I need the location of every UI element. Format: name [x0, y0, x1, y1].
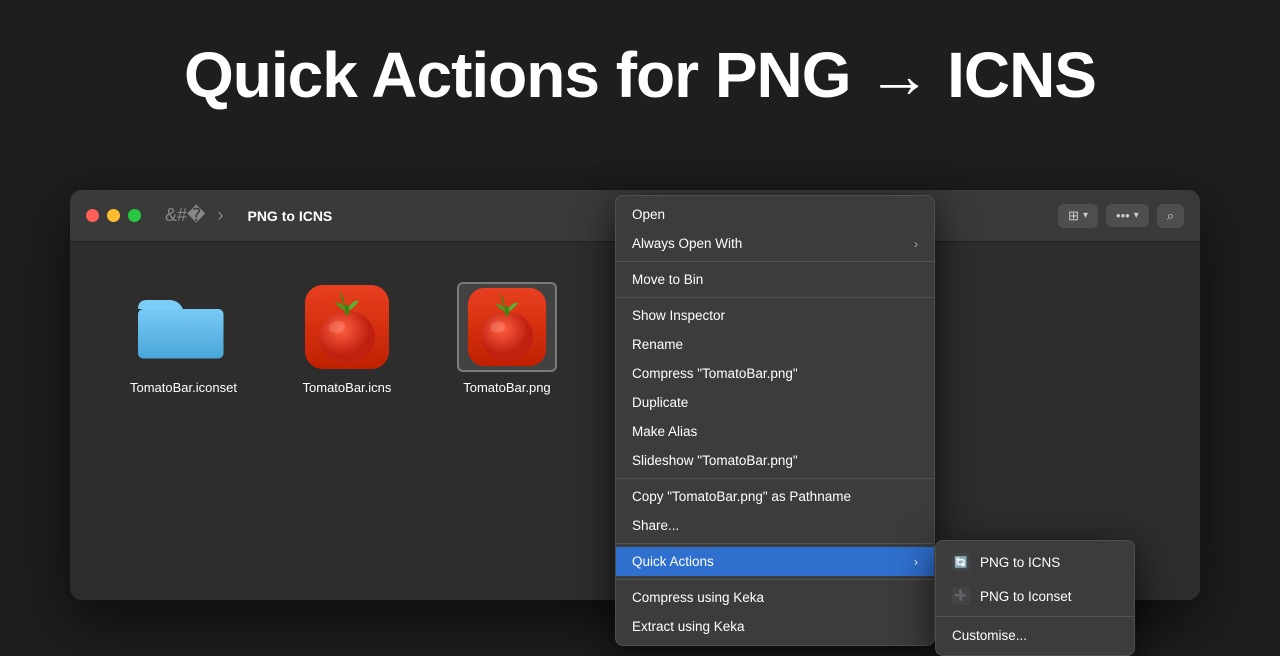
file-label-icns: TomatoBar.icns — [303, 380, 392, 395]
menu-compress[interactable]: Compress "TomatoBar.png" — [616, 359, 934, 388]
menu-extract-keka[interactable]: Extract using Keka — [616, 612, 934, 641]
grid-icon: ⊞ — [1068, 208, 1079, 224]
menu-always-open-with[interactable]: Always Open With › — [616, 229, 934, 258]
submenu-png-to-icns[interactable]: 🔄 PNG to ICNS — [936, 545, 1134, 579]
file-label-png: TomatoBar.png — [463, 380, 550, 395]
menu-slideshow[interactable]: Slideshow "TomatoBar.png" — [616, 446, 934, 475]
chevron-down-icon: ▾ — [1134, 210, 1139, 221]
minimize-button[interactable] — [107, 209, 120, 222]
menu-separator-4 — [616, 543, 934, 544]
dots-icon: ••• — [1116, 208, 1130, 223]
submenu-arrow-icon: › — [914, 237, 918, 251]
file-item-iconset[interactable]: TomatoBar.iconset — [130, 282, 237, 395]
tomato-png-icon — [457, 282, 557, 372]
menu-quick-actions[interactable]: Quick Actions › — [616, 547, 934, 576]
close-button[interactable] — [86, 209, 99, 222]
submenu-png-to-iconset[interactable]: ➕ PNG to Iconset — [936, 579, 1134, 613]
menu-share[interactable]: Share... — [616, 511, 934, 540]
menu-show-inspector[interactable]: Show Inspector — [616, 301, 934, 330]
menu-separator-3 — [616, 478, 934, 479]
submenu-separator — [936, 616, 1134, 617]
context-menu: Open Always Open With › Move to Bin Show… — [615, 195, 935, 646]
traffic-lights — [86, 209, 141, 222]
control-bar: ⊞ ▾ ••• ▾ ⌕ — [1058, 204, 1184, 228]
view-toggle-button[interactable]: ⊞ ▾ — [1058, 204, 1098, 228]
menu-compress-keka[interactable]: Compress using Keka — [616, 583, 934, 612]
file-item-icns[interactable]: TomatoBar.icns — [297, 282, 397, 395]
menu-separator-5 — [616, 579, 934, 580]
finder-window: &#� › PNG to ICNS ⊞ ▾ ••• ▾ ⌕ — [70, 190, 1200, 600]
page-title: Quick Actions for PNG → ICNS — [0, 0, 1280, 142]
chevron-down-icon: ▾ — [1083, 210, 1088, 221]
nav-arrows: &#� › — [161, 203, 227, 228]
png-to-iconset-icon: ➕ — [952, 587, 970, 605]
menu-make-alias[interactable]: Make Alias — [616, 417, 934, 446]
search-button[interactable]: ⌕ — [1157, 204, 1184, 228]
file-label-iconset: TomatoBar.iconset — [130, 380, 237, 395]
submenu-arrow-quick-actions-icon: › — [914, 555, 918, 569]
submenu-customize[interactable]: Customise... — [936, 620, 1134, 651]
menu-separator-2 — [616, 297, 934, 298]
more-options-button[interactable]: ••• ▾ — [1106, 204, 1149, 227]
tomato-icns-icon — [297, 282, 397, 372]
forward-button[interactable]: › — [213, 203, 227, 228]
fullscreen-button[interactable] — [128, 209, 141, 222]
menu-rename[interactable]: Rename — [616, 330, 934, 359]
quick-actions-submenu: 🔄 PNG to ICNS ➕ PNG to Iconset Customise… — [935, 540, 1135, 656]
png-to-icns-icon: 🔄 — [952, 553, 970, 571]
menu-copy-pathname[interactable]: Copy "TomatoBar.png" as Pathname — [616, 482, 934, 511]
folder-icon — [133, 282, 233, 372]
menu-move-to-bin[interactable]: Move to Bin — [616, 265, 934, 294]
menu-separator-1 — [616, 261, 934, 262]
back-button[interactable]: &#� — [161, 203, 209, 228]
menu-open[interactable]: Open — [616, 200, 934, 229]
file-item-png[interactable]: TomatoBar.png — [457, 282, 557, 395]
menu-duplicate[interactable]: Duplicate — [616, 388, 934, 417]
search-icon: ⌕ — [1167, 208, 1174, 224]
